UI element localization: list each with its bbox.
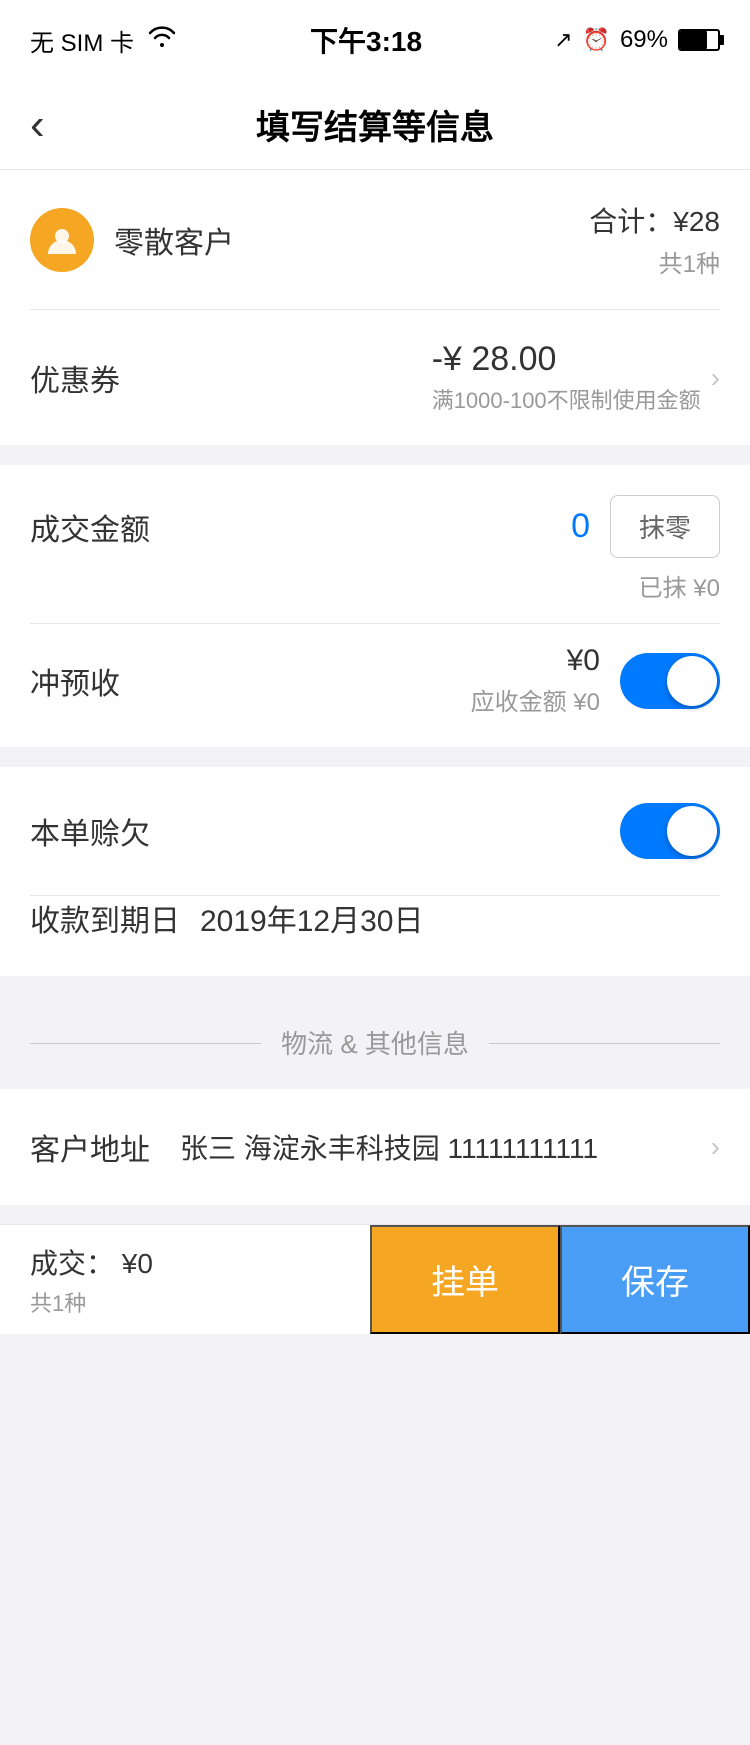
status-left: 无 SIM 卡	[30, 23, 178, 58]
due-label: 收款到期日	[30, 896, 180, 940]
logistics-header: 物流 & 其他信息	[0, 996, 750, 1089]
coupon-info: -¥ 28.00 满1000-100不限制使用金额	[432, 340, 701, 415]
address-value: 张三 海淀永丰科技园 11111111111	[180, 1127, 701, 1167]
deal-right: 0 抹零	[550, 495, 720, 558]
page-title: 填写结算等信息	[256, 100, 494, 149]
due-date: 2019年12月30日	[200, 896, 423, 940]
carrier-text: 无 SIM 卡	[30, 23, 134, 58]
prepay-amount: ¥0 应收金额 ¥0	[471, 644, 600, 717]
total-amount: 合计：¥28	[589, 200, 720, 240]
bottom-bar: 成交： ¥0 共1种 挂单 保存	[0, 1224, 750, 1334]
deal-sub: 已抹 ¥0	[0, 568, 750, 623]
status-time: 下午3:18	[310, 20, 422, 60]
save-button[interactable]: 保存	[560, 1225, 750, 1334]
customer-total: 合计：¥28 共1种	[589, 200, 720, 279]
coupon-right: -¥ 28.00 满1000-100不限制使用金额 ›	[432, 340, 720, 415]
location-icon: ↗	[554, 27, 572, 53]
hang-button[interactable]: 挂单	[370, 1225, 560, 1334]
debt-row: 本单赊欠	[0, 767, 750, 895]
logistics-title: 物流 & 其他信息	[261, 1024, 489, 1061]
deal-section: 成交金额 0 抹零 已抹 ¥0 冲预收 ¥0 应收金额 ¥0	[0, 465, 750, 747]
total-count: 共1种	[589, 244, 720, 279]
back-button[interactable]: ‹	[30, 103, 45, 147]
content: 零散客户 合计：¥28 共1种 优惠券 -¥ 28.00 满1000-100不限…	[0, 170, 750, 1745]
address-label: 客户地址	[30, 1125, 150, 1169]
debt-label: 本单赊欠	[30, 809, 150, 853]
battery-text: 69%	[620, 26, 668, 54]
customer-left: 零散客户	[30, 208, 234, 272]
deal-label: 成交金额	[30, 505, 150, 549]
status-right: ↗ ⏰ 69%	[554, 26, 720, 54]
deal-value: 0	[550, 507, 590, 546]
due-row: 收款到期日 2019年12月30日	[0, 896, 750, 976]
toggle-thumb	[667, 656, 717, 706]
debt-toggle-thumb	[667, 806, 717, 856]
round-button[interactable]: 抹零	[610, 495, 720, 558]
battery-icon	[678, 29, 720, 51]
prepay-row: 冲预收 ¥0 应收金额 ¥0	[0, 624, 750, 747]
coupon-desc: 满1000-100不限制使用金额	[432, 383, 701, 415]
alarm-icon: ⏰	[583, 27, 610, 53]
prepay-toggle[interactable]	[620, 653, 720, 709]
customer-row: 零散客户 合计：¥28 共1种	[0, 170, 750, 309]
coupon-label: 优惠券	[30, 356, 120, 400]
bottom-count: 共1种	[30, 1286, 340, 1318]
status-bar: 无 SIM 卡 下午3:18 ↗ ⏰ 69%	[0, 0, 750, 80]
coupon-discount: -¥ 28.00	[432, 340, 701, 379]
prepay-label: 冲预收	[30, 659, 120, 703]
nav-bar: ‹ 填写结算等信息	[0, 80, 750, 170]
debt-toggle[interactable]	[620, 803, 720, 859]
bottom-deal: 成交： ¥0	[30, 1242, 340, 1282]
bottom-deal-value: ¥0	[122, 1248, 153, 1279]
prepay-receivable: 应收金额 ¥0	[471, 682, 600, 717]
prepay-right: ¥0 应收金额 ¥0	[471, 644, 720, 717]
address-row[interactable]: 客户地址 张三 海淀永丰科技园 11111111111 ›	[0, 1089, 750, 1205]
debt-section: 本单赊欠 收款到期日 2019年12月30日	[0, 767, 750, 976]
customer-avatar	[30, 208, 94, 272]
coupon-row[interactable]: 优惠券 -¥ 28.00 满1000-100不限制使用金额 ›	[0, 310, 750, 445]
address-section: 客户地址 张三 海淀永丰科技园 11111111111 ›	[0, 1089, 750, 1205]
bottom-deal-label: 成交：	[30, 1248, 114, 1279]
deal-row: 成交金额 0 抹零	[0, 465, 750, 568]
wifi-icon	[146, 25, 178, 56]
customer-section: 零散客户 合计：¥28 共1种 优惠券 -¥ 28.00 满1000-100不限…	[0, 170, 750, 445]
prepay-value: ¥0	[471, 644, 600, 678]
address-chevron-icon: ›	[711, 1131, 720, 1163]
chevron-right-icon: ›	[711, 362, 720, 394]
bottom-info: 成交： ¥0 共1种	[0, 1225, 370, 1334]
customer-name: 零散客户	[114, 218, 234, 262]
